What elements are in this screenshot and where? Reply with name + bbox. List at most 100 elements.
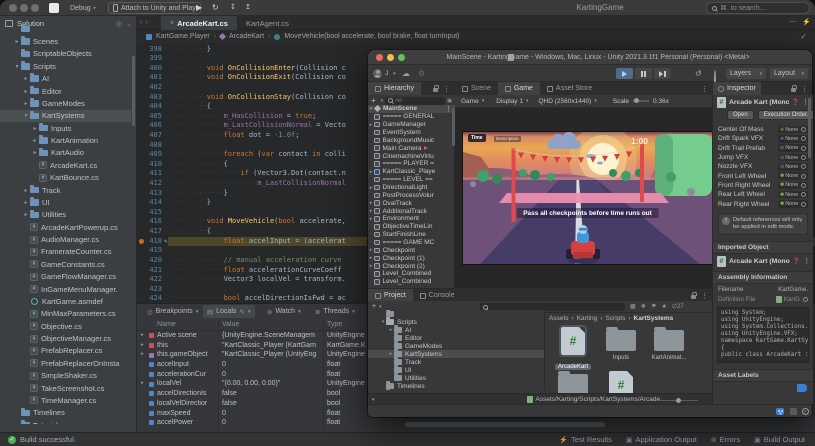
breadcrumb-item[interactable]: Assets [549,315,569,322]
asset-item[interactable] [551,371,595,393]
tab-hierarchy[interactable]: Hierarchy [368,82,421,95]
line-number[interactable]: 420 [137,256,162,266]
solution-tree-item[interactable]: ▸KartAnimation [0,134,131,146]
line-number[interactable]: 411 [137,169,162,179]
breadcrumb-item[interactable]: KartGame.Player [156,33,210,40]
display-dropdown[interactable]: Display 1▾ [496,98,528,105]
solution-tree-item[interactable]: ▸Scenes [0,35,131,47]
hierarchy-item[interactable]: ▸DirectionalLight [368,184,455,192]
line-number[interactable]: 401 [137,73,162,83]
object-picker-icon[interactable] [801,192,806,197]
layers-dropdown[interactable]: Layers▾ [726,68,766,79]
inspector-field[interactable]: Rear Left Wheel✽None [713,190,813,199]
hierarchy-item[interactable]: BackgroundMusic [368,136,455,144]
object-field[interactable]: ⊙None [778,144,808,152]
solution-tree-item[interactable]: #TakeScreenshot.cs [0,382,131,394]
solution-tree-item[interactable]: ▾KartSystems [0,110,131,122]
open-button[interactable]: Open [727,110,754,120]
inspector-field[interactable]: Front Left Wheel✽None [713,171,813,180]
line-number[interactable]: 414 [137,198,162,208]
account-avatar-icon[interactable] [373,69,382,78]
solution-tree-item[interactable]: #KartBounce.cs [0,172,131,184]
variable-row[interactable]: localVelDirectiorfalsebool [137,399,368,409]
hierarchy-item[interactable]: CinemachineVirtu [368,152,455,160]
inspector-field[interactable]: Jump VFX⊙None [713,153,813,162]
variable-row[interactable]: ▸this.gameObject"KartClassic_Player (Uni… [137,350,368,360]
unity-close-icon[interactable] [376,54,383,61]
version-control-icon[interactable]: ❖ [641,303,646,310]
undo-history-icon[interactable]: ↺ [695,70,702,78]
hierarchy-item[interactable]: ▸Checkpoint (2) [368,262,455,270]
line-number[interactable]: 416 [137,217,162,227]
hierarchy-item[interactable]: ▸Checkpoint (1) [368,254,455,262]
asset-label-tag-icon[interactable] [797,384,807,392]
quick-actions-icon[interactable]: ⚡ [802,18,811,26]
breadcrumb-item[interactable]: ArcadeKart [229,33,264,40]
close-window-icon[interactable] [9,4,17,12]
statusbar-errors[interactable]: ⊗Errors [711,435,740,444]
solution-tree-item[interactable]: ▸Inputs [0,122,131,134]
object-picker-icon[interactable] [801,202,806,207]
step-button[interactable] [654,68,671,79]
object-picker-icon[interactable] [801,127,806,132]
object-picker-icon[interactable] [803,297,808,302]
variable-row[interactable]: accelDirectionIsfalsebool [137,389,368,399]
stop-button[interactable] [49,3,59,13]
variable-row[interactable]: ▸this"KartClassic_Player (KartGamKartGam… [137,341,368,351]
solution-tree-item[interactable]: #FramerateCounter.cs [0,246,131,258]
run-config-dropdown[interactable]: Debug▸ [70,2,96,14]
resolution-dropdown[interactable]: QHD (2560x1440)▾ [538,98,596,105]
breadcrumb-item[interactable]: KartSystems [634,315,674,322]
object-picker-icon[interactable] [801,174,806,179]
solution-tree-item[interactable]: #ArcadeKart.cs [0,159,131,171]
inspections-ok-icon[interactable]: ✓ [800,32,807,41]
tab-game[interactable]: Game [498,82,540,95]
inspector-field[interactable]: Rear Right Wheel✽None [713,199,813,208]
solution-tree-item[interactable] [0,23,131,35]
solution-tree-item[interactable]: ▸GameModes [0,97,131,109]
hierarchy-search[interactable] [385,97,445,105]
expand-chevron[interactable]: ▸ [31,149,39,156]
scale-slider[interactable] [633,100,649,102]
expand-chevron[interactable]: ▸ [31,125,39,132]
line-number[interactable]: 404 [137,102,162,112]
variable-row[interactable]: accelPower0float [137,418,368,428]
solution-tree-item[interactable]: #AudioManager.cs [0,233,131,245]
col-type[interactable]: Type [327,321,342,328]
icon-size-slider[interactable] [660,400,698,402]
debug-tab-locals[interactable]: ▤Locals✎▾ [203,305,255,318]
solution-tree-item[interactable]: ScriptableObjects [0,48,131,60]
layout-dropdown[interactable]: Layout▾ [770,68,808,79]
expand-chevron[interactable]: ▸ [141,331,144,341]
solution-tree-item[interactable]: #TimeManager.cs [0,394,131,406]
hierarchy-item[interactable]: ===== PLAYER = [368,160,455,168]
inspector-field[interactable]: Drift Trail Prefab⊙None [713,144,813,153]
expand-chevron[interactable]: ▸ [22,100,30,107]
menu-icon[interactable]: ⋮ [443,85,450,93]
hierarchy-item[interactable]: ▸Checkpoint [368,246,455,254]
solution-tree-item[interactable]: #ObjectiveManager.cs [0,332,131,344]
tab-asset-store[interactable]: Asset Store [540,82,599,95]
edit-icon[interactable]: ✎ [239,308,244,316]
line-number[interactable]: 412 [137,179,162,189]
breadcrumb-item[interactable]: Karting [577,315,598,322]
line-number[interactable]: 405 [137,112,162,122]
inspector-field[interactable]: Front Right Wheel✽None [713,181,813,190]
expand-chevron[interactable]: ▸ [13,422,21,424]
inspector-field[interactable]: Nozzle VFX⊙None [713,162,813,171]
object-field[interactable]: ✽None [778,172,808,180]
object-picker-icon[interactable] [801,164,806,169]
hierarchy-item[interactable]: PostProcessVolur [368,191,455,199]
help-icon[interactable]: ❓ [793,258,800,265]
step-out-icon[interactable]: ↥ [245,3,251,13]
debug-tab-breakpoints[interactable]: ◎Breakpoints▾ [143,305,202,318]
menu-icon[interactable]: ⋮ [701,85,708,93]
line-number[interactable]: 417 [137,227,162,237]
solution-tree-item[interactable]: #Objective.cs [0,320,131,332]
line-number[interactable]: 421 [137,266,162,276]
tab-scene[interactable]: Scene [455,82,498,95]
favorites-icon[interactable]: ★ [661,303,666,310]
game-render[interactable]: Time Description 1:00 Pass all checkpoin… [463,132,712,264]
hierarchy-item[interactable]: ===== GAME MC [368,239,455,247]
asset-item[interactable]: #ArcadeKart [551,327,595,373]
